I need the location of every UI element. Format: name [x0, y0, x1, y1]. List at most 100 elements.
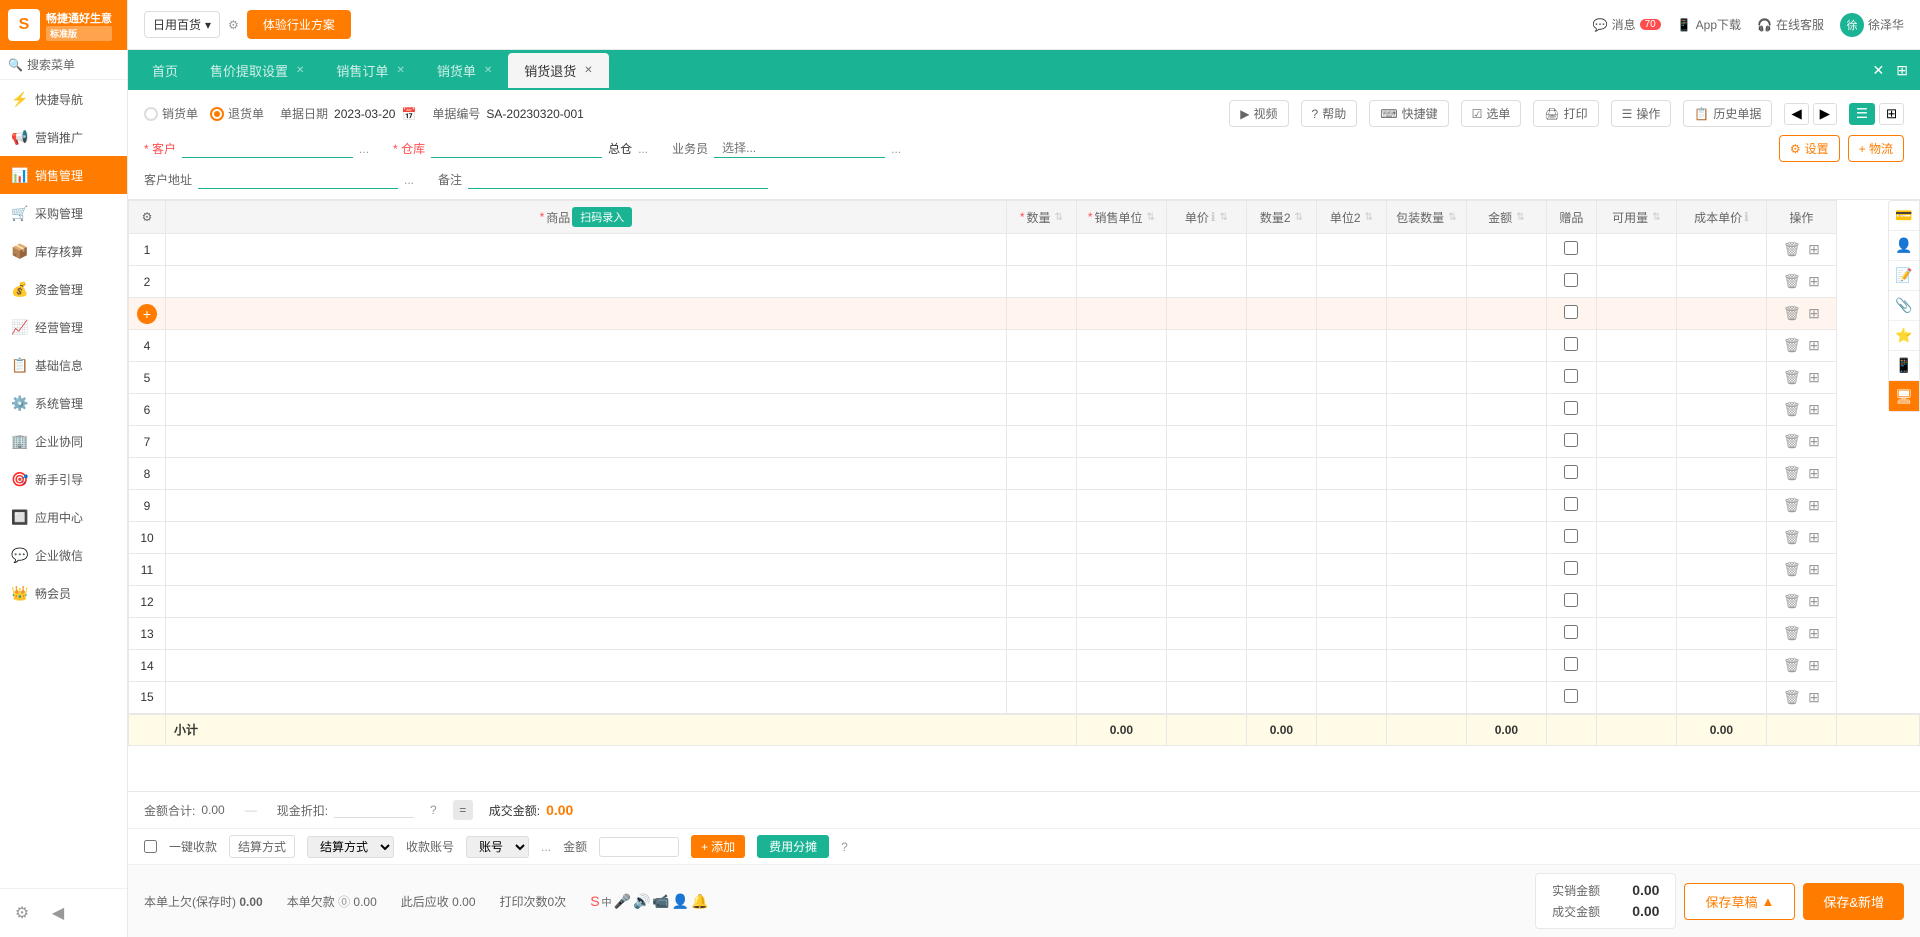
- calendar-icon[interactable]: 📅: [401, 107, 416, 121]
- radio-return[interactable]: 退货单: [210, 105, 264, 122]
- tab-expand-btn[interactable]: ⊞: [1892, 58, 1912, 83]
- gift-checkbox[interactable]: [1564, 657, 1578, 671]
- addr-select-btn[interactable]: ...: [404, 173, 414, 187]
- gift-checkbox[interactable]: [1564, 337, 1578, 351]
- tab-sales-order[interactable]: 销售订单 ✕: [320, 53, 420, 88]
- copy-row-btn[interactable]: ⊞: [1806, 399, 1822, 420]
- copy-row-btn[interactable]: ⊞: [1806, 431, 1822, 452]
- sidebar-item-sales[interactable]: 📊 销售管理: [0, 156, 127, 194]
- onepay-checkbox[interactable]: [144, 840, 157, 853]
- sidebar-item-wechat[interactable]: 💬 企业微信: [0, 536, 127, 574]
- gift-checkbox[interactable]: [1564, 433, 1578, 447]
- fee-split-btn[interactable]: 费用分摊: [757, 835, 829, 858]
- delete-row-btn[interactable]: 🗑: [1781, 399, 1803, 420]
- gift-checkbox[interactable]: [1564, 593, 1578, 607]
- copy-row-btn[interactable]: ⊞: [1806, 591, 1822, 612]
- tab-close-sales-delivery[interactable]: ✕: [484, 65, 492, 76]
- delete-row-btn[interactable]: 🗑: [1781, 559, 1803, 580]
- sidebar-item-shortcut[interactable]: ⚡ 快捷导航: [0, 80, 127, 118]
- add-payment-btn[interactable]: + 添加: [691, 835, 745, 858]
- cash-discount-input[interactable]: [334, 803, 414, 818]
- gift-checkbox[interactable]: [1564, 273, 1578, 287]
- delete-row-btn[interactable]: 🗑: [1781, 271, 1803, 292]
- delete-row-btn[interactable]: 🗑: [1781, 335, 1803, 356]
- sidebar-search[interactable]: 🔍 搜索菜单: [0, 50, 127, 80]
- tab-sales-delivery[interactable]: 销货单 ✕: [421, 53, 508, 88]
- scan-input-btn[interactable]: 扫码录入: [572, 207, 632, 227]
- sidebar-item-appcenter[interactable]: 🔲 应用中心: [0, 498, 127, 536]
- gift-checkbox[interactable]: [1564, 465, 1578, 479]
- notification-btn[interactable]: 💬 消息 70: [1593, 16, 1661, 33]
- industry-select[interactable]: 日用百货 ▾: [144, 11, 220, 38]
- tab-home[interactable]: 首页: [136, 53, 194, 88]
- gift-checkbox[interactable]: [1564, 305, 1578, 319]
- grid-view-btn[interactable]: ⊞: [1879, 103, 1904, 125]
- tab-pricing[interactable]: 售价提取设置 ✕: [194, 53, 320, 88]
- select-order-btn[interactable]: ☑ 选单: [1461, 100, 1522, 127]
- help-question-icon[interactable]: ?: [430, 803, 437, 817]
- prev-record-btn[interactable]: ◀: [1784, 103, 1808, 125]
- delete-row-btn[interactable]: 🗑: [1781, 655, 1803, 676]
- save-new-btn[interactable]: 保存&新增: [1803, 883, 1904, 920]
- copy-row-btn[interactable]: ⊞: [1806, 495, 1822, 516]
- delete-row-btn[interactable]: 🗑: [1781, 239, 1803, 260]
- delete-row-btn[interactable]: 🗑: [1781, 431, 1803, 452]
- shortcut-key-btn[interactable]: ⌨ 快捷键: [1369, 100, 1448, 127]
- copy-row-btn[interactable]: ⊞: [1806, 463, 1822, 484]
- gift-checkbox[interactable]: [1564, 561, 1578, 575]
- settings-bottom-btn[interactable]: ⚙: [8, 899, 36, 927]
- staff-select-btn[interactable]: ...: [891, 142, 901, 156]
- copy-row-btn[interactable]: ⊞: [1806, 271, 1822, 292]
- copy-row-btn[interactable]: ⊞: [1806, 239, 1822, 260]
- warehouse-input[interactable]: [431, 139, 602, 158]
- next-record-btn[interactable]: ▶: [1813, 103, 1837, 125]
- history-btn[interactable]: 📋 历史单据: [1683, 100, 1772, 127]
- gift-checkbox[interactable]: [1564, 369, 1578, 383]
- operate-btn[interactable]: ☰ 操作: [1611, 100, 1672, 127]
- fee-help-icon[interactable]: ?: [841, 840, 848, 854]
- customer-select-btn[interactable]: ...: [359, 142, 369, 156]
- delete-row-btn[interactable]: 🗑: [1781, 623, 1803, 644]
- sidebar-item-enterprise[interactable]: 🏢 企业协同: [0, 422, 127, 460]
- sidebar-item-operation[interactable]: 📈 经营管理: [0, 308, 127, 346]
- app-download-btn[interactable]: 📱 App下载: [1677, 16, 1741, 33]
- form-settings-btn[interactable]: ⚙ 设置: [1779, 135, 1840, 162]
- delete-row-btn[interactable]: 🗑: [1781, 527, 1803, 548]
- customer-input[interactable]: [182, 139, 353, 158]
- delete-row-btn[interactable]: 🗑: [1781, 367, 1803, 388]
- float-btn-1[interactable]: 💳: [1889, 201, 1919, 231]
- warehouse-select-btn[interactable]: ...: [638, 142, 648, 156]
- account-dots-btn[interactable]: ...: [541, 840, 551, 854]
- tab-close-all-btn[interactable]: ✕: [1869, 58, 1889, 83]
- sidebar-item-basic[interactable]: 📋 基础信息: [0, 346, 127, 384]
- sidebar-item-finance[interactable]: 💰 资金管理: [0, 270, 127, 308]
- collapse-btn[interactable]: ◀: [44, 899, 72, 927]
- tab-close-sales-return[interactable]: ✕: [584, 65, 592, 76]
- gift-checkbox[interactable]: [1564, 241, 1578, 255]
- float-btn-4[interactable]: 📎: [1889, 291, 1919, 321]
- th-gear[interactable]: ⚙: [129, 201, 166, 234]
- copy-row-btn[interactable]: ⊞: [1806, 527, 1822, 548]
- note-input[interactable]: [468, 170, 768, 189]
- account-select[interactable]: 账号: [466, 836, 529, 858]
- help-btn[interactable]: ? 帮助: [1301, 100, 1358, 127]
- copy-row-btn[interactable]: ⊞: [1806, 655, 1822, 676]
- float-btn-2[interactable]: 👤: [1889, 231, 1919, 261]
- staff-input[interactable]: [714, 139, 885, 158]
- video-btn[interactable]: ▶ 视频: [1229, 100, 1288, 127]
- tab-close-sales-order[interactable]: ✕: [396, 65, 404, 76]
- user-avatar[interactable]: 徐 徐泽华: [1840, 13, 1904, 37]
- float-btn-3[interactable]: 📝: [1889, 261, 1919, 291]
- add-logistics-btn[interactable]: + 物流: [1848, 135, 1904, 162]
- copy-row-btn[interactable]: ⊞: [1806, 367, 1822, 388]
- copy-row-btn[interactable]: ⊞: [1806, 303, 1822, 324]
- sidebar-item-purchase[interactable]: 🛒 采购管理: [0, 194, 127, 232]
- payment-amount-input[interactable]: [599, 837, 679, 857]
- float-btn-active[interactable]: 🖥: [1889, 381, 1919, 411]
- delete-row-btn[interactable]: 🗑: [1781, 495, 1803, 516]
- copy-row-btn[interactable]: ⊞: [1806, 687, 1822, 708]
- gift-checkbox[interactable]: [1564, 625, 1578, 639]
- radio-sales[interactable]: 销货单: [144, 105, 198, 122]
- customer-addr-input[interactable]: [198, 170, 398, 189]
- delete-row-btn[interactable]: 🗑: [1781, 463, 1803, 484]
